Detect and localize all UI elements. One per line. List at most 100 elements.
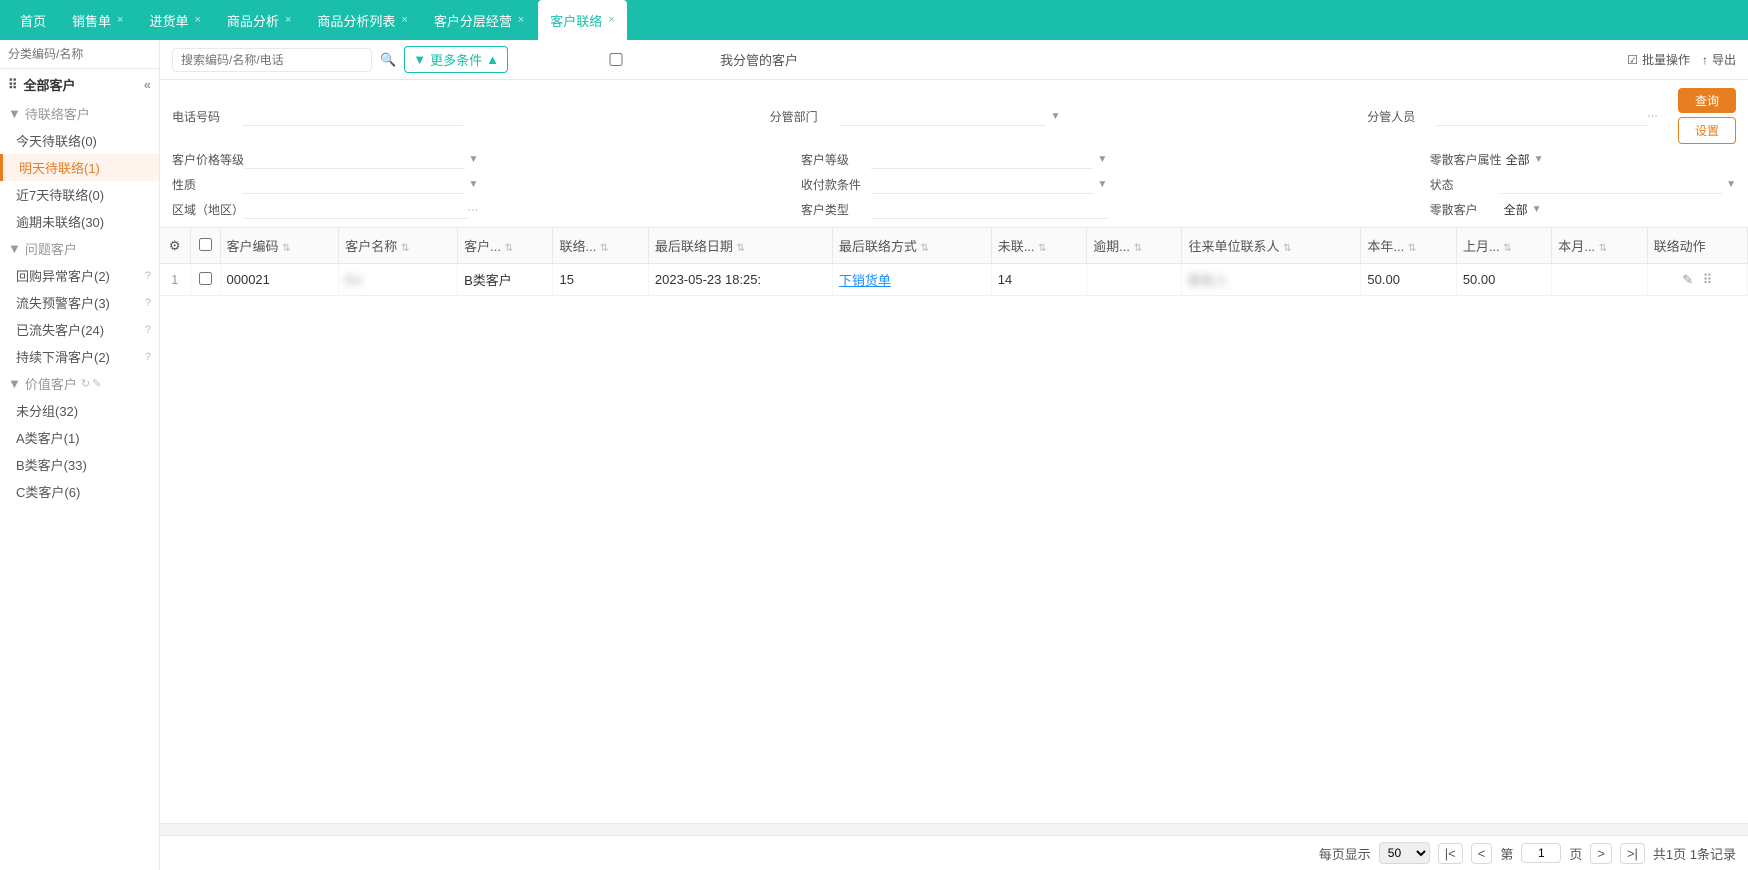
customer-level-input[interactable]	[871, 150, 1094, 169]
nav-purchase-close[interactable]: ×	[194, 14, 200, 26]
sidebar-item-ungrouped[interactable]: 未分组(32)	[0, 397, 159, 424]
sidebar-item-churn-warning[interactable]: 流失预警客户(3) ?	[0, 289, 159, 316]
manager-input[interactable]	[1437, 107, 1647, 126]
region-input[interactable]	[244, 200, 467, 219]
settings-button[interactable]: 设置	[1678, 117, 1736, 144]
nav-product-analysis-list[interactable]: 商品分析列表 ×	[305, 0, 419, 40]
cell-check[interactable]	[190, 264, 220, 296]
row-checkbox[interactable]	[199, 272, 212, 285]
filter-manager: 分管人员 ···	[1367, 107, 1658, 126]
sidebar-item-7days-pending[interactable]: 近7天待联络(0)	[0, 181, 159, 208]
customer-table: ⚙ 客户编码 ⇅ 客户名称 ⇅ 客户... ⇅	[160, 228, 1748, 296]
edit-icon[interactable]: ✎	[92, 377, 101, 390]
col-last-contact-method[interactable]: 最后联络方式 ⇅	[832, 228, 991, 264]
arrow-down-icon-2: ▼	[8, 241, 21, 256]
nav-customer-contact[interactable]: 客户联络 ×	[538, 0, 626, 40]
retail-attr-dropdown[interactable]: ▼	[1534, 154, 1544, 165]
col-this-month[interactable]: 本月... ⇅	[1552, 228, 1647, 264]
last-page-btn[interactable]: >|	[1620, 843, 1645, 864]
collapse-icon[interactable]: «	[144, 77, 151, 92]
more-conditions-btn[interactable]: ▼ 更多条件 ▲	[404, 46, 508, 73]
sidebar-value-group: ▼ 价值客户 ↻ ✎	[0, 370, 159, 397]
sidebar-item-class-a[interactable]: A类客户(1)	[0, 424, 159, 451]
refresh-icon[interactable]: ↻	[81, 377, 90, 390]
cell-uncontacted: 14	[991, 264, 1086, 296]
col-settings[interactable]: ⚙	[160, 228, 190, 264]
sidebar-item-today-pending[interactable]: 今天待联络(0)	[0, 127, 159, 154]
col-overdue[interactable]: 逾期... ⇅	[1087, 228, 1182, 264]
col-uncontacted[interactable]: 未联... ⇅	[991, 228, 1086, 264]
per-page-select[interactable]: 50 20 100 200	[1379, 842, 1430, 864]
sort-icon-date: ⇅	[737, 243, 745, 254]
nature-dropdown[interactable]: ▼	[469, 179, 479, 190]
col-last-contact-date[interactable]: 最后联络日期 ⇅	[648, 228, 832, 264]
sidebar-problem-group: ▼ 问题客户	[0, 235, 159, 262]
action-grid-icon[interactable]: ⠿	[1703, 272, 1713, 287]
col-contact-person[interactable]: 往来单位联系人 ⇅	[1182, 228, 1361, 264]
table-row: 1 000021 Ea B类客户 15 2023-05-23 18:25: 下销…	[160, 264, 1748, 296]
my-customers-checkbox[interactable]	[516, 53, 716, 66]
col-contact-count[interactable]: 联络... ⇅	[553, 228, 648, 264]
select-all-checkbox[interactable]	[199, 238, 212, 251]
price-level-dropdown[interactable]: ▼	[469, 154, 479, 165]
search-icon[interactable]: 🔍	[380, 52, 396, 68]
action-edit-icon[interactable]: ✎	[1682, 272, 1693, 287]
nav-sales[interactable]: 销售单 ×	[60, 0, 135, 40]
sidebar-item-class-b[interactable]: B类客户(33)	[0, 451, 159, 478]
phone-input[interactable]	[242, 107, 463, 126]
status-input[interactable]	[1500, 175, 1723, 194]
nav-product-analysis-list-close[interactable]: ×	[401, 14, 407, 26]
nav-product-analysis[interactable]: 商品分析 ×	[215, 0, 303, 40]
nav-customer-tier-close[interactable]: ×	[518, 14, 524, 26]
nav-home[interactable]: 首页	[8, 0, 58, 40]
payment-dropdown[interactable]: ▼	[1097, 179, 1107, 190]
nav-customer-tier[interactable]: 客户分层经营 ×	[422, 0, 536, 40]
sidebar-item-repurchase-abnormal[interactable]: 回购异常客户(2) ?	[0, 262, 159, 289]
nav-sales-close[interactable]: ×	[117, 14, 123, 26]
sidebar: 🔍 ⠿ 全部客户 « ▼ 待联络客户 今天待联络(0) 明天待联络(1) 近7天…	[0, 40, 160, 870]
next-page-btn[interactable]: >	[1590, 843, 1612, 864]
prev-page-btn[interactable]: <	[1471, 843, 1493, 864]
col-customer-type[interactable]: 客户... ⇅	[458, 228, 553, 264]
sidebar-all-customers[interactable]: ⠿ 全部客户 «	[0, 69, 159, 100]
customer-type-input[interactable]	[871, 200, 1107, 219]
nav-purchase[interactable]: 进货单 ×	[137, 0, 212, 40]
dept-input[interactable]	[840, 107, 1047, 126]
export-btn[interactable]: ↑ 导出	[1702, 51, 1736, 68]
region-more-btn[interactable]: ···	[467, 204, 478, 216]
manager-more-btn[interactable]: ···	[1647, 110, 1658, 122]
price-level-input[interactable]	[244, 150, 464, 169]
first-page-btn[interactable]: |<	[1438, 843, 1463, 864]
nature-input[interactable]	[242, 175, 465, 194]
filter-dept: 分管部门 ▼	[770, 107, 1061, 126]
sidebar-item-churned[interactable]: 已流失客户(24) ?	[0, 316, 159, 343]
help-icon-4: ?	[145, 351, 151, 363]
col-check[interactable]	[190, 228, 220, 264]
col-customer-name[interactable]: 客户名称 ⇅	[339, 228, 458, 264]
col-year-amount[interactable]: 本年... ⇅	[1361, 228, 1456, 264]
checkbox-icon: ☑	[1627, 53, 1638, 67]
status-dropdown[interactable]: ▼	[1726, 179, 1736, 190]
nav-product-analysis-close[interactable]: ×	[285, 14, 291, 26]
sidebar-item-class-c[interactable]: C类客户(6)	[0, 478, 159, 505]
my-customers-checkbox-area[interactable]: 我分管的客户	[516, 50, 798, 69]
sidebar-search-input[interactable]	[8, 47, 160, 61]
col-customer-code[interactable]: 客户编码 ⇅	[220, 228, 339, 264]
col-last-month[interactable]: 上月... ⇅	[1456, 228, 1551, 264]
retail-customer-dropdown[interactable]: ▼	[1532, 204, 1542, 215]
per-page-label: 每页显示	[1319, 844, 1371, 863]
search-input[interactable]	[172, 48, 372, 72]
page-input[interactable]	[1521, 843, 1561, 863]
nav-customer-contact-close[interactable]: ×	[608, 14, 614, 26]
dept-dropdown-icon[interactable]: ▼	[1050, 111, 1060, 122]
query-button[interactable]: 查询	[1678, 88, 1736, 113]
filter-status: 状态 ▼	[1430, 175, 1736, 194]
cell-last-contact-method[interactable]: 下销货单	[832, 264, 991, 296]
customer-level-dropdown[interactable]: ▼	[1097, 154, 1107, 165]
payment-input[interactable]	[871, 175, 1094, 194]
bulk-ops-btn[interactable]: ☑ 批量操作	[1627, 51, 1690, 68]
sidebar-item-tomorrow-pending[interactable]: 明天待联络(1)	[0, 154, 159, 181]
sidebar-item-declining[interactable]: 持续下滑客户(2) ?	[0, 343, 159, 370]
horizontal-scrollbar[interactable]	[160, 823, 1748, 835]
sidebar-item-overdue[interactable]: 逾期未联络(30)	[0, 208, 159, 235]
